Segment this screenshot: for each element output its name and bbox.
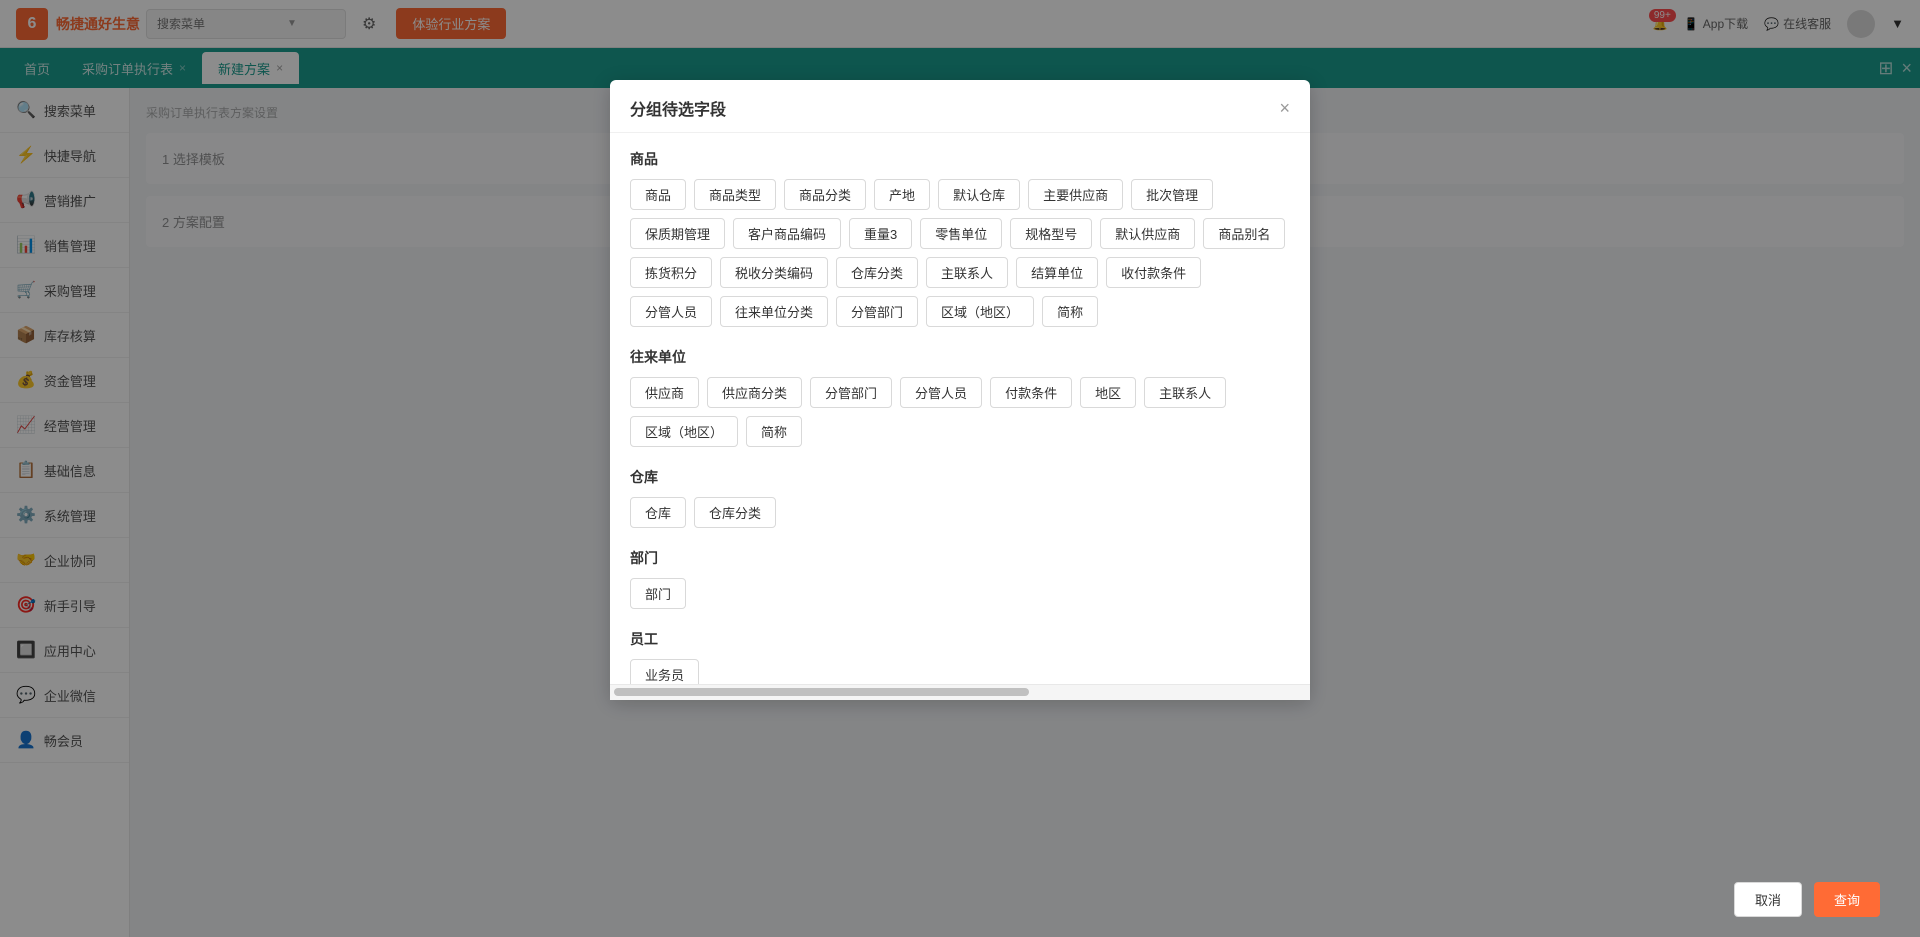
- field-tag-warehouse[interactable]: 仓库: [630, 497, 686, 528]
- modal-close-btn[interactable]: ×: [1279, 99, 1290, 117]
- department-field-tags: 部门: [630, 578, 1290, 609]
- field-tag-goods-category[interactable]: 商品分类: [784, 179, 866, 210]
- modal-title: 分组待选字段: [630, 96, 726, 120]
- field-tag-settlement-unit[interactable]: 结算单位: [1016, 257, 1098, 288]
- field-tag-warehouse-category[interactable]: 仓库分类: [836, 257, 918, 288]
- section-department-title: 部门: [630, 548, 1290, 568]
- field-tag-goods[interactable]: 商品: [630, 179, 686, 210]
- section-goods-title: 商品: [630, 149, 1290, 169]
- field-tag-expiry-mgmt[interactable]: 保质期管理: [630, 218, 725, 249]
- field-tag-main-contact-partner[interactable]: 主联系人: [1144, 377, 1226, 408]
- field-tag-spec-model[interactable]: 规格型号: [1010, 218, 1092, 249]
- field-tag-origin[interactable]: 产地: [874, 179, 930, 210]
- field-tag-goods-alias[interactable]: 商品别名: [1203, 218, 1285, 249]
- field-tag-warehouse-cat[interactable]: 仓库分类: [694, 497, 776, 528]
- scrollbar-thumb[interactable]: [614, 688, 1029, 696]
- modal-action-row: 取消 查询: [1734, 882, 1880, 917]
- field-tag-supervisor[interactable]: 分管人员: [630, 296, 712, 327]
- field-tag-pick-points[interactable]: 拣货积分: [630, 257, 712, 288]
- field-tag-region-area-partner[interactable]: 区域（地区）: [630, 416, 738, 447]
- confirm-button[interactable]: 查询: [1814, 882, 1880, 917]
- field-tag-tax-code[interactable]: 税收分类编码: [720, 257, 828, 288]
- field-tag-default-warehouse[interactable]: 默认仓库: [938, 179, 1020, 210]
- warehouse-field-tags: 仓库 仓库分类: [630, 497, 1290, 528]
- goods-field-tags: 商品 商品类型 商品分类 产地 默认仓库 主要供应商 批次管理 保质期管理 客户…: [630, 179, 1290, 327]
- modal: 分组待选字段 × 商品 商品 商品类型 商品分类 产地 默认仓库 主要供应商 批…: [610, 80, 1310, 700]
- field-tag-supplier-category[interactable]: 供应商分类: [707, 377, 802, 408]
- field-tag-supplier[interactable]: 供应商: [630, 377, 699, 408]
- section-department: 部门 部门: [630, 548, 1290, 609]
- field-tag-main-supplier[interactable]: 主要供应商: [1028, 179, 1123, 210]
- field-tag-abbreviation-partner[interactable]: 简称: [746, 416, 802, 447]
- employee-field-tags: 业务员: [630, 659, 1290, 684]
- section-partner-title: 往来单位: [630, 347, 1290, 367]
- field-tag-region-goods[interactable]: 区域（地区）: [926, 296, 1034, 327]
- field-tag-batch-mgmt[interactable]: 批次管理: [1131, 179, 1213, 210]
- field-tag-partner-category[interactable]: 往来单位分类: [720, 296, 828, 327]
- section-warehouse: 仓库 仓库 仓库分类: [630, 467, 1290, 528]
- field-tag-goods-type[interactable]: 商品类型: [694, 179, 776, 210]
- modal-scrollbar[interactable]: [610, 684, 1310, 700]
- field-tag-partner-supervisor[interactable]: 分管人员: [900, 377, 982, 408]
- field-tag-partner-dept[interactable]: 分管部门: [810, 377, 892, 408]
- section-employee-title: 员工: [630, 629, 1290, 649]
- field-tag-default-supplier[interactable]: 默认供应商: [1100, 218, 1195, 249]
- modal-body: 商品 商品 商品类型 商品分类 产地 默认仓库 主要供应商 批次管理 保质期管理…: [610, 133, 1310, 684]
- partner-field-tags: 供应商 供应商分类 分管部门 分管人员 付款条件 地区 主联系人 区域（地区） …: [630, 377, 1290, 447]
- scrollbar-track: [610, 684, 1310, 700]
- field-tag-payment-cond[interactable]: 付款条件: [990, 377, 1072, 408]
- field-tag-main-contact[interactable]: 主联系人: [926, 257, 1008, 288]
- field-tag-dept[interactable]: 分管部门: [836, 296, 918, 327]
- modal-header: 分组待选字段 ×: [610, 80, 1310, 133]
- cancel-button[interactable]: 取消: [1734, 882, 1802, 917]
- field-tag-abbreviation-goods[interactable]: 简称: [1042, 296, 1098, 327]
- field-tag-department[interactable]: 部门: [630, 578, 686, 609]
- section-employee: 员工 业务员: [630, 629, 1290, 684]
- section-partner: 往来单位 供应商 供应商分类 分管部门 分管人员 付款条件 地区 主联系人 区域…: [630, 347, 1290, 447]
- field-tag-payment-terms[interactable]: 收付款条件: [1106, 257, 1201, 288]
- field-tag-retail-unit[interactable]: 零售单位: [920, 218, 1002, 249]
- field-tag-region-partner[interactable]: 地区: [1080, 377, 1136, 408]
- modal-overlay: 分组待选字段 × 商品 商品 商品类型 商品分类 产地 默认仓库 主要供应商 批…: [0, 0, 1920, 937]
- field-tag-customer-code[interactable]: 客户商品编码: [733, 218, 841, 249]
- section-warehouse-title: 仓库: [630, 467, 1290, 487]
- field-tag-salesperson[interactable]: 业务员: [630, 659, 699, 684]
- section-goods: 商品 商品 商品类型 商品分类 产地 默认仓库 主要供应商 批次管理 保质期管理…: [630, 149, 1290, 327]
- field-tag-weight3[interactable]: 重量3: [849, 218, 912, 249]
